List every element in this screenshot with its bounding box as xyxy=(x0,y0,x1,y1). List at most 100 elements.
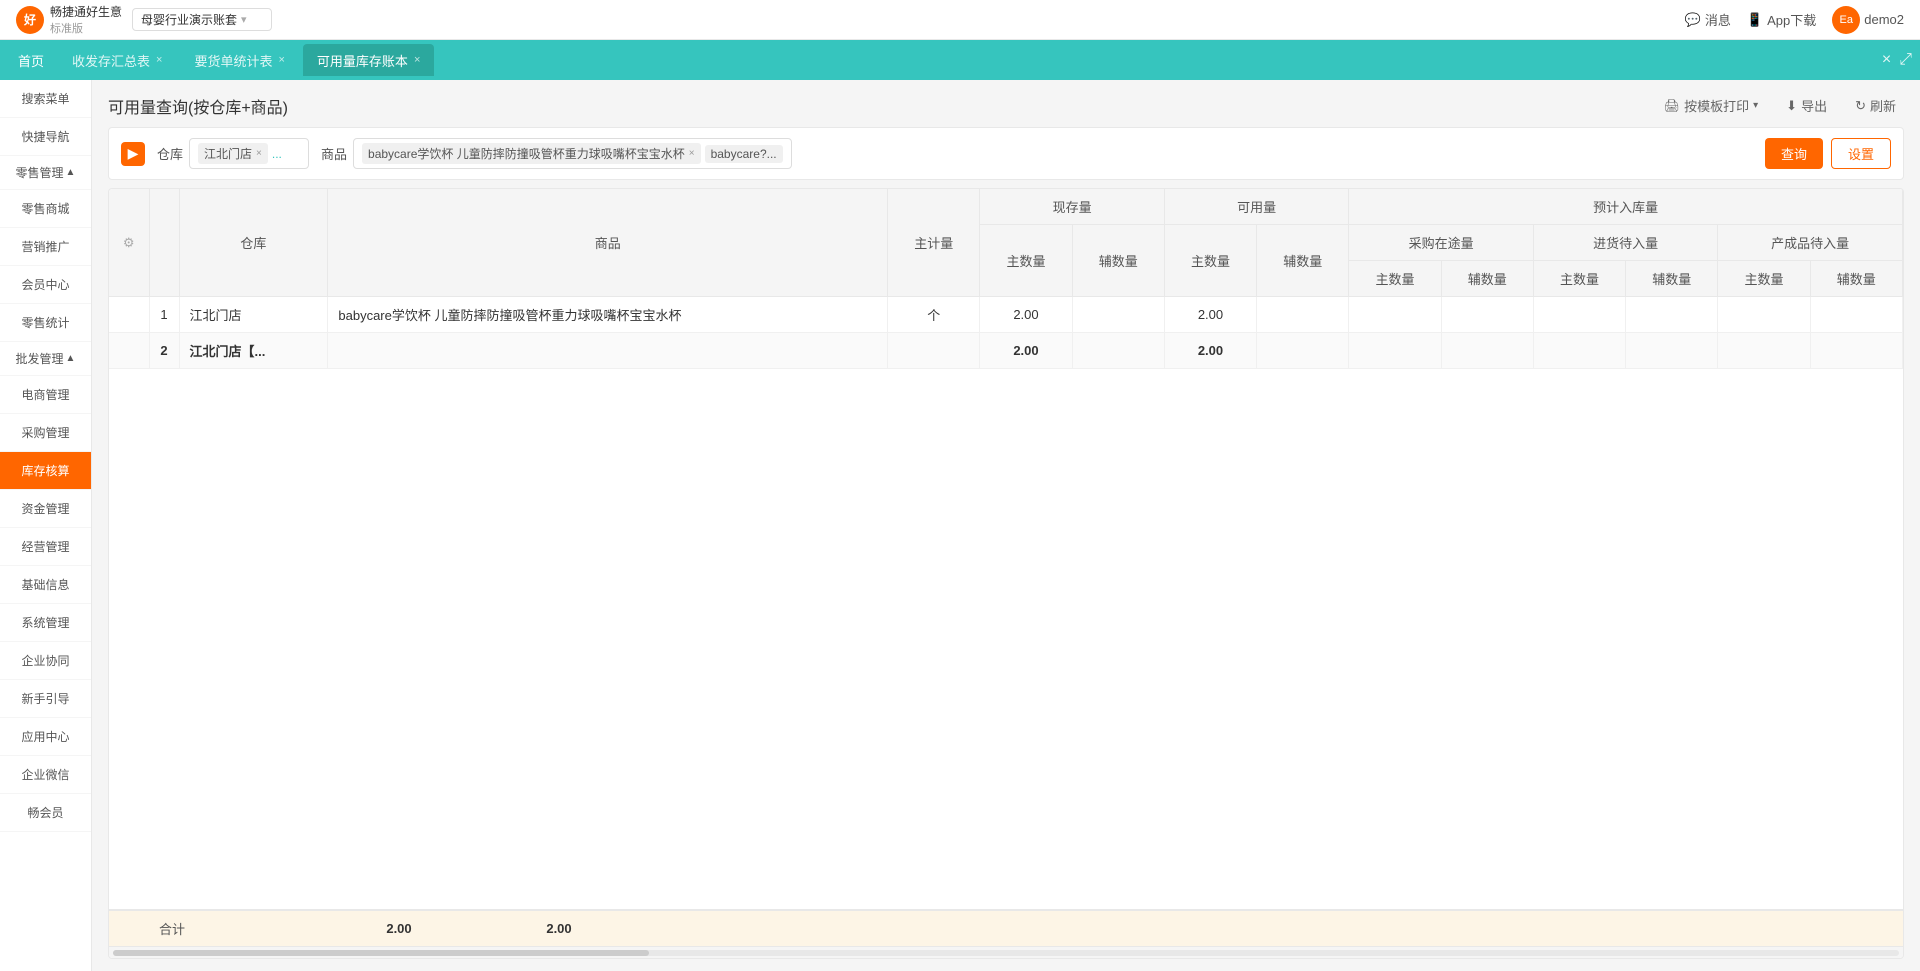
cell-warehouse: 江北门店 xyxy=(179,297,328,333)
sidebar-item-basic-info[interactable]: 基础信息 xyxy=(0,566,91,604)
settings-btn[interactable]: 设置 xyxy=(1831,138,1891,169)
top-bar-left: 好 畅捷通好生意 标准版 母婴行业演示账套 ▾ xyxy=(16,3,272,36)
org-select[interactable]: 母婴行业演示账套 ▾ xyxy=(132,8,272,31)
th-production: 产成品待入量 xyxy=(1718,225,1903,261)
th-expected-in: 预计入库量 xyxy=(1349,189,1903,225)
cell-purchased-main-2 xyxy=(1349,333,1441,369)
sidebar-item-wholesale-mgmt[interactable]: 批发管理 ▲ xyxy=(0,342,91,376)
sidebar-search[interactable]: 搜索菜单 xyxy=(0,80,91,118)
product-label: 商品 xyxy=(321,144,347,163)
product-tag-1-close[interactable]: × xyxy=(689,148,695,159)
expand-icon[interactable]: ⤢ xyxy=(1899,51,1912,69)
print-btn[interactable]: 🖨 按模板打印 ▾ xyxy=(1656,92,1767,119)
sidebar-item-system[interactable]: 系统管理 xyxy=(0,604,91,642)
export-icon: ⬇ xyxy=(1786,98,1797,114)
th-settings[interactable]: ⚙ xyxy=(109,189,149,297)
th-current-main: 主数量 xyxy=(980,225,1072,297)
cell-rownum: 1 xyxy=(149,297,179,333)
scroll-thumb xyxy=(113,950,649,956)
sidebar-item-ecommerce[interactable]: 电商管理 xyxy=(0,376,91,414)
close-all-tabs-btn[interactable]: × xyxy=(1882,51,1891,69)
tab-close-order[interactable]: × xyxy=(278,54,284,66)
warehouse-label: 仓库 xyxy=(157,144,183,163)
print-icon: 🖨 xyxy=(1664,98,1681,114)
settings-icon[interactable]: ⚙ xyxy=(123,235,135,250)
cell-warehouse-2: 江北门店【... xyxy=(179,333,328,369)
scroll-bar[interactable] xyxy=(109,946,1903,958)
message-icon: 💬 xyxy=(1685,12,1701,28)
sidebar-item-member-center[interactable]: 会员中心 xyxy=(0,266,91,304)
page-bottom-padding xyxy=(92,959,1920,971)
th-current-stock: 现存量 xyxy=(980,189,1165,225)
cell-avail-main: 2.00 xyxy=(1164,297,1256,333)
cell-product-2 xyxy=(328,333,888,369)
refresh-btn[interactable]: ↻ 刷新 xyxy=(1847,92,1904,119)
footer-label: 合计 xyxy=(119,919,279,938)
cell-rownum-2: 2 xyxy=(149,333,179,369)
th-incoming-main: 主数量 xyxy=(1533,261,1625,297)
warehouse-input[interactable]: 江北门店 × ... xyxy=(189,138,309,169)
th-available: 可用量 xyxy=(1164,189,1349,225)
top-bar-right: 💬 消息 📱 App下载 Ea demo2 xyxy=(1685,6,1904,34)
sidebar-item-purchase[interactable]: 采购管理 xyxy=(0,414,91,452)
table-row: 1 江北门店 babycare学饮杯 儿童防摔防撞吸管杯重力球吸嘴杯宝宝水杯 个… xyxy=(109,297,1903,333)
sidebar-item-finance[interactable]: 资金管理 xyxy=(0,490,91,528)
th-product: 商品 xyxy=(328,189,888,297)
sidebar-item-enterprise-wechat[interactable]: 企业微信 xyxy=(0,756,91,794)
top-bar: 好 畅捷通好生意 标准版 母婴行业演示账套 ▾ 💬 消息 📱 App下载 Ea … xyxy=(0,0,1920,40)
th-avail-aux: 辅数量 xyxy=(1257,225,1349,297)
warehouse-more[interactable]: ... xyxy=(272,147,282,161)
th-incoming-aux: 辅数量 xyxy=(1626,261,1718,297)
tab-close-receive[interactable]: × xyxy=(156,54,162,66)
cell-current-main: 2.00 xyxy=(980,297,1072,333)
print-arrow: ▾ xyxy=(1753,100,1758,111)
chevron-down-icon: ▾ xyxy=(241,13,247,26)
sidebar-item-retail-stats[interactable]: 零售统计 xyxy=(0,304,91,342)
sidebar-item-inventory[interactable]: 库存核算 xyxy=(0,452,91,490)
export-btn[interactable]: ⬇ 导出 xyxy=(1778,92,1835,119)
page-header: 可用量查询(按仓库+商品) 🖨 按模板打印 ▾ ⬇ 导出 ↻ 刷新 xyxy=(92,80,1920,127)
sidebar-item-marketing[interactable]: 营销推广 xyxy=(0,228,91,266)
warehouse-tag: 江北门店 × xyxy=(198,143,268,164)
warehouse-filter: 仓库 江北门店 × ... xyxy=(157,138,309,169)
filter-bar: ▶ 仓库 江北门店 × ... 商品 babycare学饮杯 儿童防摔防撞吸管杯… xyxy=(108,127,1904,180)
sidebar-item-member-plus[interactable]: 畅会员 xyxy=(0,794,91,832)
cell-production-main-2 xyxy=(1718,333,1810,369)
cell-purchased-aux xyxy=(1441,297,1533,333)
data-table: ⚙ 仓库 商品 主计量 现存量 可用量 预计入库量 主数量 辅数量 主数量 xyxy=(109,189,1903,369)
product-input[interactable]: babycare学饮杯 儿童防摔防撞吸管杯重力球吸嘴杯宝宝水杯 × babyca… xyxy=(353,138,792,169)
table-footer: 合计 2.00 2.00 xyxy=(109,909,1903,946)
warehouse-tag-close[interactable]: × xyxy=(256,148,262,159)
sidebar-item-enterprise-collab[interactable]: 企业协同 xyxy=(0,642,91,680)
logo-text: 畅捷通好生意 标准版 xyxy=(50,3,122,36)
th-main-unit: 主计量 xyxy=(888,189,980,297)
tab-available-inventory[interactable]: 可用量库存账本 × xyxy=(303,44,434,76)
product-tag-1: babycare学饮杯 儿童防摔防撞吸管杯重力球吸嘴杯宝宝水杯 × xyxy=(362,143,701,164)
filter-toggle-btn[interactable]: ▶ xyxy=(121,142,145,166)
query-btn[interactable]: 查询 xyxy=(1765,138,1823,169)
nav-actions: × ⤢ xyxy=(1882,51,1912,69)
sidebar-item-retail-mgmt[interactable]: 零售管理 ▲ xyxy=(0,156,91,190)
footer-values: 2.00 2.00 xyxy=(279,921,1893,936)
app-download-btn[interactable]: 📱 App下载 xyxy=(1747,10,1816,29)
user-area[interactable]: Ea demo2 xyxy=(1832,6,1904,34)
main-layout: 搜索菜单 快捷导航 零售管理 ▲ 零售商城 营销推广 会员中心 零售统计 批发管… xyxy=(0,80,1920,971)
cell-purchased-main xyxy=(1349,297,1441,333)
cell-current-aux xyxy=(1072,297,1164,333)
sidebar-item-app-center[interactable]: 应用中心 xyxy=(0,718,91,756)
tab-home[interactable]: 首页 xyxy=(8,51,54,70)
sidebar-item-onboarding[interactable]: 新手引导 xyxy=(0,680,91,718)
sidebar-item-operations[interactable]: 经营管理 xyxy=(0,528,91,566)
cell-avail-main-2: 2.00 xyxy=(1164,333,1256,369)
cell-purchased-aux-2 xyxy=(1441,333,1533,369)
th-rownum xyxy=(149,189,179,297)
arrow-icon-2: ▲ xyxy=(66,353,76,364)
logo-icon: 好 xyxy=(16,6,44,34)
sidebar-quick-nav[interactable]: 快捷导航 xyxy=(0,118,91,156)
nav-tabs: 首页 收发存汇总表 × 要货单统计表 × 可用量库存账本 × × ⤢ xyxy=(0,40,1920,80)
sidebar-item-retail-mall[interactable]: 零售商城 xyxy=(0,190,91,228)
tab-order-stats[interactable]: 要货单统计表 × xyxy=(180,44,298,76)
message-btn[interactable]: 💬 消息 xyxy=(1685,10,1731,29)
tab-close-inventory[interactable]: × xyxy=(414,54,420,66)
tab-receive-summary[interactable]: 收发存汇总表 × xyxy=(58,44,176,76)
